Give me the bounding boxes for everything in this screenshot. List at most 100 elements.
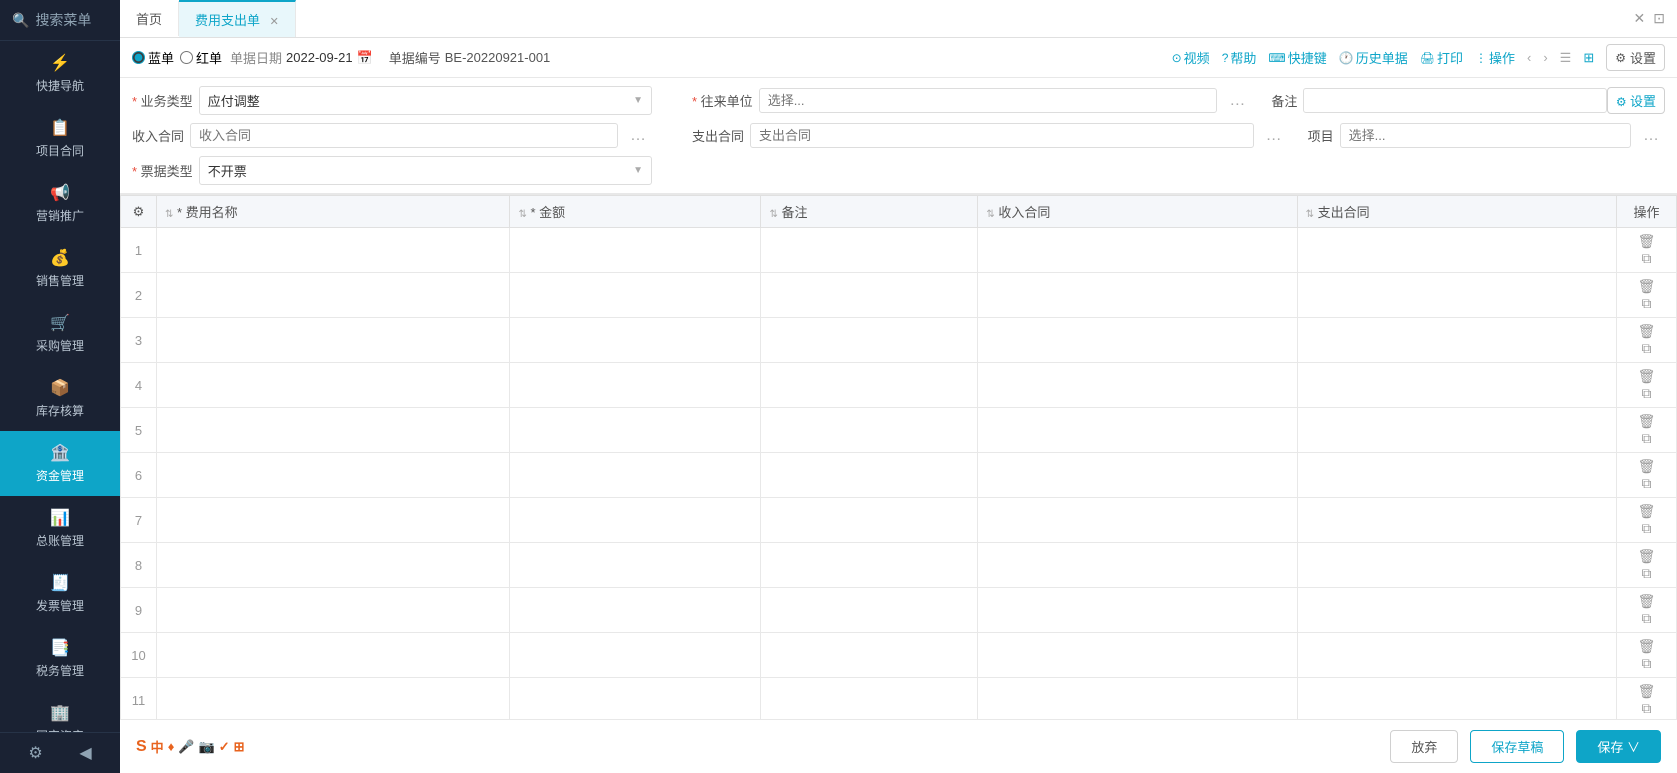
delete-icon[interactable]: 🗑 (1638, 413, 1656, 429)
income-contract-cell[interactable] (978, 498, 1297, 543)
grid-view-icon[interactable]: ⊞ (1583, 50, 1594, 66)
amount-cell[interactable] (510, 498, 761, 543)
expense-name-cell[interactable] (157, 228, 510, 273)
delete-icon[interactable]: 🗑 (1638, 233, 1656, 249)
collapse-icon[interactable]: ◀ (79, 743, 91, 763)
copy-icon[interactable]: ⧉ (1642, 520, 1652, 536)
delete-icon[interactable]: 🗑 (1638, 323, 1656, 339)
note-cell[interactable] (761, 318, 978, 363)
sidebar-item-zhangmu[interactable]: 📊总账管理 (0, 496, 120, 561)
settings-icon[interactable]: ⚙ (28, 743, 42, 763)
expense-contract-more-icon[interactable]: … (1260, 127, 1288, 145)
note-cell[interactable] (761, 408, 978, 453)
print-btn[interactable]: 🖨 打印 (1420, 48, 1463, 67)
income-contract-cell[interactable] (978, 633, 1297, 678)
copy-icon[interactable]: ⧉ (1642, 430, 1652, 446)
expense-name-cell[interactable] (157, 543, 510, 588)
project-input[interactable] (1340, 123, 1631, 148)
video-btn[interactable]: ⊙ 视频 (1172, 48, 1210, 67)
th-settings[interactable]: ⚙ (121, 196, 157, 228)
radio-blue-label[interactable]: 蓝单 (132, 48, 174, 67)
income-contract-input[interactable] (190, 123, 618, 148)
ops-btn[interactable]: ⋮ 操作 (1475, 48, 1515, 67)
sidebar-item-xiaoshou[interactable]: 💰销售管理 (0, 236, 120, 301)
expense-name-cell[interactable] (157, 273, 510, 318)
note-cell[interactable] (761, 228, 978, 273)
delete-icon[interactable]: 🗑 (1638, 503, 1656, 519)
expense-name-cell[interactable] (157, 363, 510, 408)
discard-button[interactable]: 放弃 (1390, 730, 1458, 763)
expense-name-cell[interactable] (157, 408, 510, 453)
expense-name-cell[interactable] (157, 498, 510, 543)
expense-name-cell[interactable] (157, 318, 510, 363)
note-cell[interactable] (761, 543, 978, 588)
next-icon[interactable]: › (1543, 50, 1547, 65)
invoice-type-select[interactable]: 不开票 ▼ (199, 156, 652, 185)
copy-icon[interactable]: ⧉ (1642, 250, 1652, 266)
business-type-select[interactable]: 应付调整 ▼ (199, 86, 652, 115)
sidebar-item-gudingzichan[interactable]: 🏢固定资产 (0, 691, 120, 732)
copy-icon[interactable]: ⧉ (1642, 700, 1652, 716)
amount-cell[interactable] (510, 453, 761, 498)
expense-name-cell[interactable] (157, 588, 510, 633)
sidebar-item-fapiao[interactable]: 🧾发票管理 (0, 561, 120, 626)
expense-name-cell[interactable] (157, 678, 510, 720)
expense-contract-cell[interactable] (1297, 408, 1616, 453)
note-cell[interactable] (761, 453, 978, 498)
sidebar-item-zijin[interactable]: 🏦资金管理 (0, 431, 120, 496)
settings-btn[interactable]: ⚙ 设置 (1606, 44, 1665, 71)
note-cell[interactable] (761, 678, 978, 720)
amount-cell[interactable] (510, 678, 761, 720)
amount-cell[interactable] (510, 273, 761, 318)
copy-icon[interactable]: ⧉ (1642, 295, 1652, 311)
tab-close-icon[interactable]: ✕ (270, 16, 279, 28)
counterpart-more-icon[interactable]: … (1223, 92, 1251, 110)
amount-cell[interactable] (510, 228, 761, 273)
amount-cell[interactable] (510, 633, 761, 678)
delete-icon[interactable]: 🗑 (1638, 278, 1656, 294)
expense-contract-cell[interactable] (1297, 498, 1616, 543)
income-contract-more-icon[interactable]: … (624, 127, 652, 145)
project-more-icon[interactable]: … (1637, 127, 1665, 145)
copy-icon[interactable]: ⧉ (1642, 655, 1652, 671)
note-cell[interactable] (761, 633, 978, 678)
sidebar-item-caigou[interactable]: 🛒采购管理 (0, 301, 120, 366)
help-btn[interactable]: ? 帮助 (1222, 48, 1257, 67)
income-contract-cell[interactable] (978, 318, 1297, 363)
sidebar-search-bar[interactable]: 🔍 搜索菜单 (0, 0, 120, 41)
income-contract-cell[interactable] (978, 543, 1297, 588)
expense-contract-cell[interactable] (1297, 678, 1616, 720)
delete-icon[interactable]: 🗑 (1638, 683, 1656, 699)
amount-cell[interactable] (510, 318, 761, 363)
expense-name-cell[interactable] (157, 453, 510, 498)
sidebar-item-yingxiao[interactable]: 📢营销推广 (0, 171, 120, 236)
copy-icon[interactable]: ⧉ (1642, 340, 1652, 356)
save-button[interactable]: 保存 ∨ (1576, 730, 1661, 763)
expense-contract-cell[interactable] (1297, 228, 1616, 273)
shortcut-btn[interactable]: ⌨ 快捷键 (1268, 48, 1326, 67)
radio-red-label[interactable]: 红单 (180, 48, 222, 67)
copy-icon[interactable]: ⧉ (1642, 475, 1652, 491)
settings-btn-2[interactable]: ⚙ 设置 (1607, 87, 1665, 114)
expense-contract-cell[interactable] (1297, 453, 1616, 498)
amount-cell[interactable] (510, 588, 761, 633)
copy-icon[interactable]: ⧉ (1642, 385, 1652, 401)
amount-cell[interactable] (510, 363, 761, 408)
expense-contract-cell[interactable] (1297, 633, 1616, 678)
expense-name-cell[interactable] (157, 633, 510, 678)
restore-window-icon[interactable]: ⊡ (1653, 10, 1665, 27)
sidebar-item-kucun[interactable]: 📦库存核算 (0, 366, 120, 431)
income-contract-cell[interactable] (978, 228, 1297, 273)
note-input[interactable] (1303, 88, 1607, 113)
delete-icon[interactable]: 🗑 (1638, 638, 1656, 654)
sidebar-item-xiangmu[interactable]: 📋项目合同 (0, 106, 120, 171)
income-contract-cell[interactable] (978, 363, 1297, 408)
income-contract-cell[interactable] (978, 678, 1297, 720)
income-contract-cell[interactable] (978, 588, 1297, 633)
tab-expense[interactable]: 费用支出单 ✕ (179, 0, 296, 37)
note-cell[interactable] (761, 273, 978, 318)
sidebar-item-shuiwu[interactable]: 📑税务管理 (0, 626, 120, 691)
expense-contract-cell[interactable] (1297, 318, 1616, 363)
expense-contract-cell[interactable] (1297, 543, 1616, 588)
counterpart-input[interactable] (759, 88, 1218, 113)
